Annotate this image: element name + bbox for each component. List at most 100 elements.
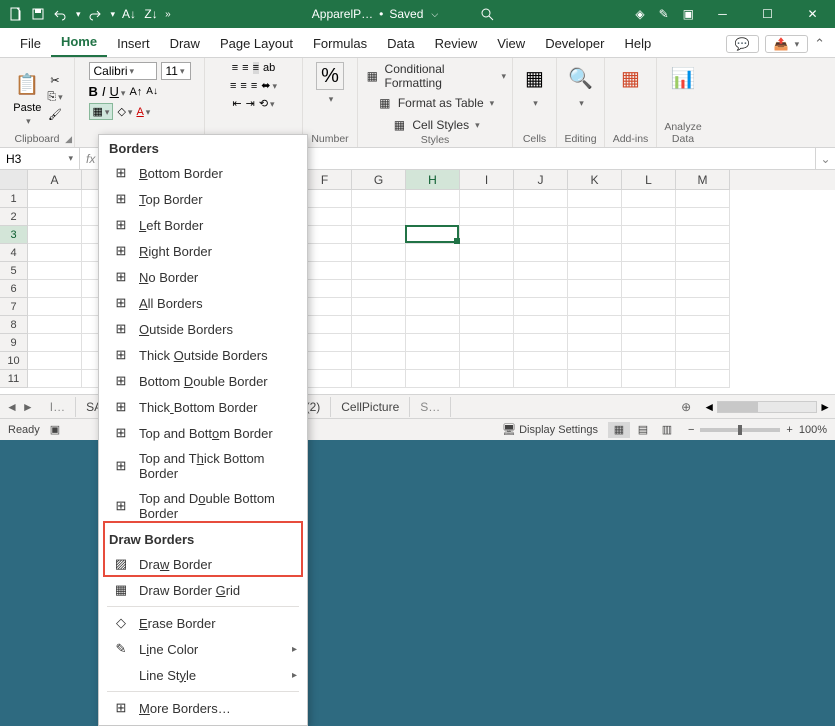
tab-formulas[interactable]: Formulas [303, 30, 377, 57]
editing-icon[interactable]: 🔍 [565, 62, 597, 94]
chevron-down-icon[interactable]: ⌵ [431, 9, 438, 20]
app-switch-icon[interactable]: ▣ [683, 7, 694, 21]
display-settings-button[interactable]: 🖥 Display Settings [502, 423, 598, 436]
tab-developer[interactable]: Developer [535, 30, 614, 57]
line-style-item[interactable]: Line Style▸ [99, 662, 307, 688]
cell[interactable] [460, 334, 514, 352]
border-option-item[interactable]: ⊞No Border [99, 264, 307, 290]
font-name-combo[interactable]: Calibri▾ [89, 62, 157, 80]
cell[interactable] [568, 190, 622, 208]
tab-draw[interactable]: Draw [160, 30, 210, 57]
macro-record-icon[interactable]: ▣ [50, 423, 60, 436]
column-header[interactable]: H [406, 170, 460, 190]
conditional-formatting-button[interactable]: ▦Conditional Formatting▾ [364, 62, 506, 90]
cell[interactable] [514, 334, 568, 352]
cell[interactable] [568, 334, 622, 352]
paste-button[interactable]: 📋 Paste ▾ [11, 68, 43, 127]
close-button[interactable]: ✕ [790, 0, 835, 28]
draw-border-grid-item[interactable]: ▦Draw Border Grid [99, 577, 307, 603]
cell[interactable] [28, 352, 82, 370]
border-option-item[interactable]: ⊞All Borders [99, 290, 307, 316]
align-left-icon[interactable]: ≡ [230, 80, 236, 92]
save-icon[interactable] [30, 6, 46, 22]
undo-icon[interactable] [52, 6, 68, 22]
tab-home[interactable]: Home [51, 28, 107, 57]
pen-icon[interactable]: ✎ [659, 7, 669, 21]
tab-view[interactable]: View [487, 30, 535, 57]
row-header[interactable]: 1 [0, 190, 28, 208]
align-center-icon[interactable]: ≡ [240, 80, 246, 92]
cell[interactable] [676, 226, 730, 244]
cell[interactable] [622, 208, 676, 226]
row-header[interactable]: 8 [0, 316, 28, 334]
cell[interactable] [460, 352, 514, 370]
cell[interactable] [514, 262, 568, 280]
cell[interactable] [406, 262, 460, 280]
row-header[interactable]: 4 [0, 244, 28, 262]
align-bottom-icon[interactable]: ≡ [253, 62, 259, 74]
align-middle-icon[interactable]: ≡ [242, 62, 248, 74]
normal-view-icon[interactable]: ▦ [608, 422, 630, 438]
cell[interactable] [28, 370, 82, 388]
sheet-nav-next[interactable]: ► [22, 400, 34, 414]
column-header[interactable]: I [460, 170, 514, 190]
zoom-out-button[interactable]: − [688, 424, 694, 436]
increase-indent-icon[interactable]: ⇥ [246, 97, 255, 110]
column-header[interactable]: A [28, 170, 82, 190]
tab-review[interactable]: Review [425, 30, 488, 57]
page-layout-view-icon[interactable]: ▤ [632, 422, 654, 438]
cell[interactable] [28, 226, 82, 244]
cell[interactable] [622, 370, 676, 388]
cell[interactable] [460, 370, 514, 388]
italic-button[interactable]: I [102, 84, 106, 99]
cell[interactable] [406, 334, 460, 352]
format-painter-icon[interactable]: 🖌 [48, 108, 62, 121]
cell[interactable] [460, 280, 514, 298]
cell[interactable] [568, 244, 622, 262]
cell[interactable] [28, 316, 82, 334]
saved-status[interactable]: Saved [389, 7, 423, 21]
sheet-nav-prev[interactable]: ◄ [6, 400, 18, 414]
cell[interactable] [514, 298, 568, 316]
cell[interactable] [406, 298, 460, 316]
cell[interactable] [406, 244, 460, 262]
cell[interactable] [460, 208, 514, 226]
cell[interactable] [406, 280, 460, 298]
cell[interactable] [568, 370, 622, 388]
hscroll-left[interactable]: ◄ [703, 400, 715, 414]
column-header[interactable]: J [514, 170, 568, 190]
cell[interactable] [676, 190, 730, 208]
analyze-data-icon[interactable]: 📊 [667, 62, 699, 94]
border-option-item[interactable]: ⊞Bottom Double Border [99, 368, 307, 394]
cell[interactable] [622, 316, 676, 334]
cell[interactable] [352, 208, 406, 226]
cell[interactable] [460, 316, 514, 334]
cell[interactable] [676, 316, 730, 334]
cell[interactable] [352, 244, 406, 262]
border-option-item[interactable]: ⊞Top and Bottom Border [99, 420, 307, 446]
column-header[interactable]: L [622, 170, 676, 190]
border-option-item[interactable]: ⊞Right Border [99, 238, 307, 264]
hscroll-right[interactable]: ► [819, 400, 831, 414]
cell[interactable] [406, 208, 460, 226]
align-top-icon[interactable]: ≡ [232, 62, 238, 74]
row-header[interactable]: 10 [0, 352, 28, 370]
cell[interactable] [460, 244, 514, 262]
cell[interactable] [460, 226, 514, 244]
fx-icon[interactable]: fx [86, 152, 95, 166]
cell-styles-button[interactable]: ▦Cell Styles▾ [390, 116, 479, 134]
cells-icon[interactable]: ▦ [519, 62, 551, 94]
wrap-text-icon[interactable]: ab [263, 62, 275, 74]
cell[interactable] [514, 316, 568, 334]
cell[interactable] [28, 334, 82, 352]
zoom-in-button[interactable]: + [786, 424, 792, 436]
cell[interactable] [28, 208, 82, 226]
cell[interactable] [676, 352, 730, 370]
sheet-tab[interactable]: CellPicture [331, 397, 410, 417]
cell[interactable] [352, 334, 406, 352]
cell[interactable] [622, 226, 676, 244]
percent-style-icon[interactable]: % [316, 62, 344, 90]
tab-help[interactable]: Help [614, 30, 661, 57]
cut-icon[interactable]: ✂ [50, 74, 59, 87]
comments-button[interactable]: 💬 [726, 35, 759, 53]
